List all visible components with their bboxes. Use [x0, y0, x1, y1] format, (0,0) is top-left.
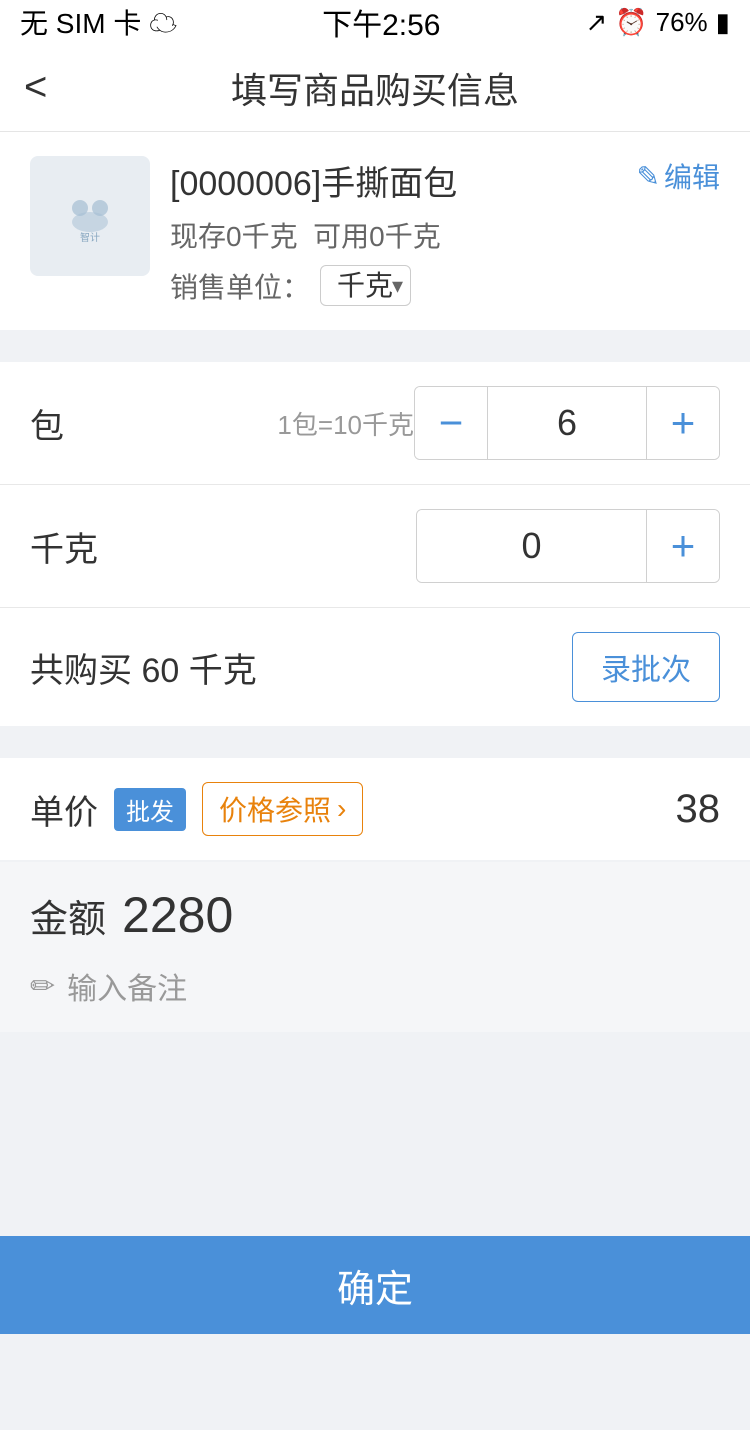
status-time: 下午2:56: [322, 0, 440, 44]
unit-selector[interactable]: 千克: [320, 265, 411, 306]
summary-row: 共购买 60 千克 录批次: [0, 608, 750, 726]
bao-sublabel: 1包=10千克: [277, 405, 414, 442]
price-ref-arrow: ›: [337, 793, 346, 825]
price-row: 单价 批发 价格参照 › 38: [30, 782, 720, 836]
unit-selector-wrap[interactable]: 千克: [320, 265, 411, 306]
status-right: ↗ ⏰ 76% ▮: [585, 7, 730, 38]
price-type-tag: 批发: [114, 788, 186, 831]
bao-input[interactable]: [487, 387, 647, 459]
kg-plus-button[interactable]: +: [647, 510, 719, 582]
input-section: 包 1包=10千克 − + 千克 + 共购买 60 千克: [0, 362, 750, 726]
edit-icon: ✎: [637, 160, 660, 193]
amount-row: 金额 2280: [30, 886, 720, 944]
product-stock: 现存0千克 可用0千克: [170, 215, 720, 255]
product-info: [0000006]手撕面包 ✎ 编辑 现存0千克 可用0千克 销售单位： 千克: [170, 156, 720, 306]
amount-section: 金额 2280 ✏ 输入备注: [0, 862, 750, 1032]
bao-stepper: − +: [414, 386, 720, 460]
product-card: 智计 [0000006]手撕面包 ✎ 编辑 现存0千克 可用0千克 销售单位：: [0, 132, 750, 330]
product-thumbnail: 智计: [30, 156, 150, 276]
note-row[interactable]: ✏ 输入备注: [30, 964, 720, 1008]
price-ref-label: 价格参照: [219, 789, 331, 829]
price-label: 单价: [30, 785, 98, 834]
battery-level: 76%: [656, 7, 708, 38]
kg-input-row: 千克 +: [0, 485, 750, 608]
kg-input[interactable]: [417, 510, 647, 582]
section-divider-1: [0, 346, 750, 362]
price-reference-button[interactable]: 价格参照 ›: [202, 782, 363, 836]
nav-bar: < 填写商品购买信息: [0, 44, 750, 132]
kg-stepper: +: [416, 509, 720, 583]
pencil-icon: ✏: [30, 969, 55, 1004]
record-batch-button[interactable]: 录批次: [572, 632, 720, 702]
bao-input-row: 包 1包=10千克 − +: [0, 362, 750, 485]
battery-icon: ▮: [716, 7, 730, 38]
sim-status: 无 SIM 卡 ☁: [20, 2, 177, 42]
amount-label: 金额: [30, 888, 106, 943]
price-section: 单价 批发 价格参照 › 38: [0, 758, 750, 860]
kg-label: 千克: [30, 522, 416, 571]
location-icon: ↗: [585, 7, 607, 38]
back-button[interactable]: <: [24, 65, 47, 110]
product-unit-row: 销售单位： 千克: [170, 265, 720, 306]
amount-value: 2280: [122, 886, 233, 944]
alarm-icon: ⏰: [615, 7, 647, 38]
product-name: [0000006]手撕面包: [170, 156, 457, 205]
bao-plus-button[interactable]: +: [647, 387, 719, 459]
status-left: 无 SIM 卡 ☁: [20, 2, 177, 42]
bao-minus-button[interactable]: −: [415, 387, 487, 459]
price-value: 38: [676, 787, 721, 832]
summary-text: 共购买 60 千克: [30, 643, 257, 692]
page-title: 填写商品购买信息: [231, 62, 519, 114]
status-bar: 无 SIM 卡 ☁ 下午2:56 ↗ ⏰ 76% ▮: [0, 0, 750, 44]
note-placeholder: 输入备注: [67, 964, 187, 1008]
confirm-button[interactable]: 确定: [0, 1236, 750, 1334]
section-divider-2: [0, 726, 750, 742]
edit-button[interactable]: ✎ 编辑: [637, 156, 720, 196]
bao-label: 包: [30, 399, 267, 448]
svg-text:智计: 智计: [80, 231, 100, 244]
